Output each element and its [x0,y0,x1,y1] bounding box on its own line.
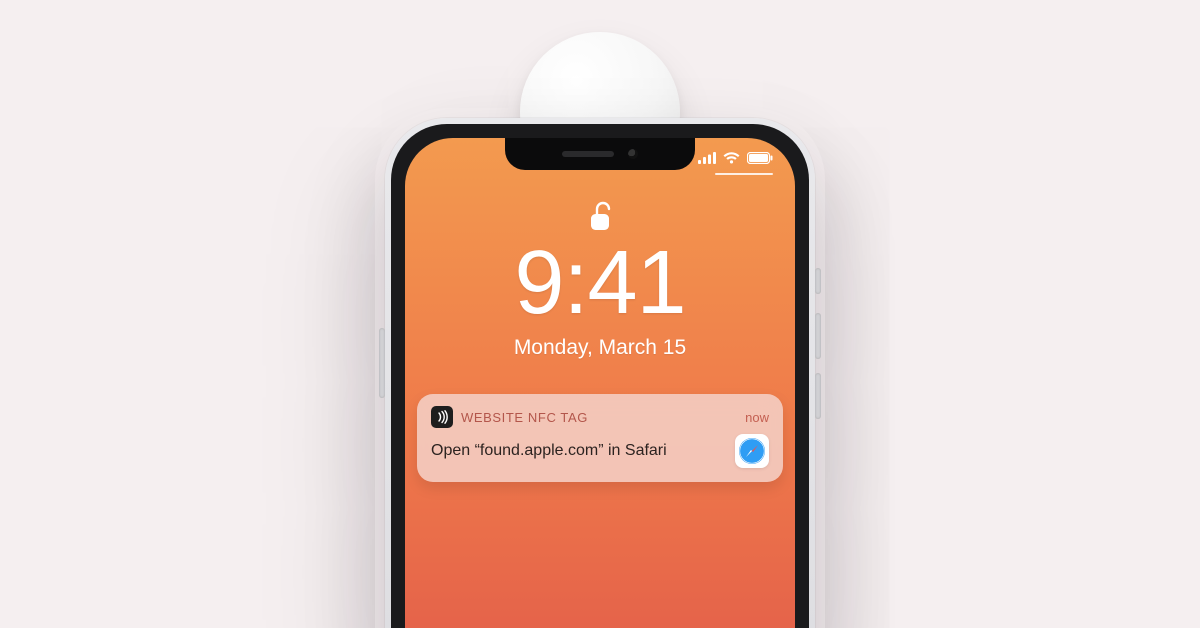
notification-source: WEBSITE NFC TAG [461,410,737,425]
volume-down-button [815,373,821,419]
notification-timestamp: now [745,410,769,425]
nfc-notification[interactable]: WEBSITE NFC TAG now Open “found.apple.co… [417,394,783,482]
notification-body: Open “found.apple.com” in Safari [431,434,769,468]
power-button [379,328,385,398]
status-underline [715,173,773,175]
volume-up-button [815,313,821,359]
notification-message: Open “found.apple.com” in Safari [431,442,725,460]
lock-screen[interactable]: 9:41 Monday, March 15 WEBSITE NFC TAG [405,138,795,628]
lock-status [405,200,795,234]
iphone-chassis: 9:41 Monday, March 15 WEBSITE NFC TAG [385,118,815,628]
status-bar-right [698,152,773,164]
display-notch [505,138,695,170]
product-stage: 9:41 Monday, March 15 WEBSITE NFC TAG [0,0,1200,628]
nfc-icon [431,406,453,428]
front-camera [628,149,638,159]
notification-header: WEBSITE NFC TAG now [431,406,769,428]
battery-icon [747,152,773,164]
mute-switch [815,268,821,294]
unlocked-padlock-icon [587,200,613,234]
cellular-signal-icon [698,152,716,164]
lockscreen-time: 9:41 [405,238,795,328]
earpiece-speaker [562,151,614,157]
iphone-bezel: 9:41 Monday, March 15 WEBSITE NFC TAG [391,124,809,628]
wifi-icon [723,152,740,164]
safari-icon [735,434,769,468]
lockscreen-date: Monday, March 15 [405,336,795,360]
